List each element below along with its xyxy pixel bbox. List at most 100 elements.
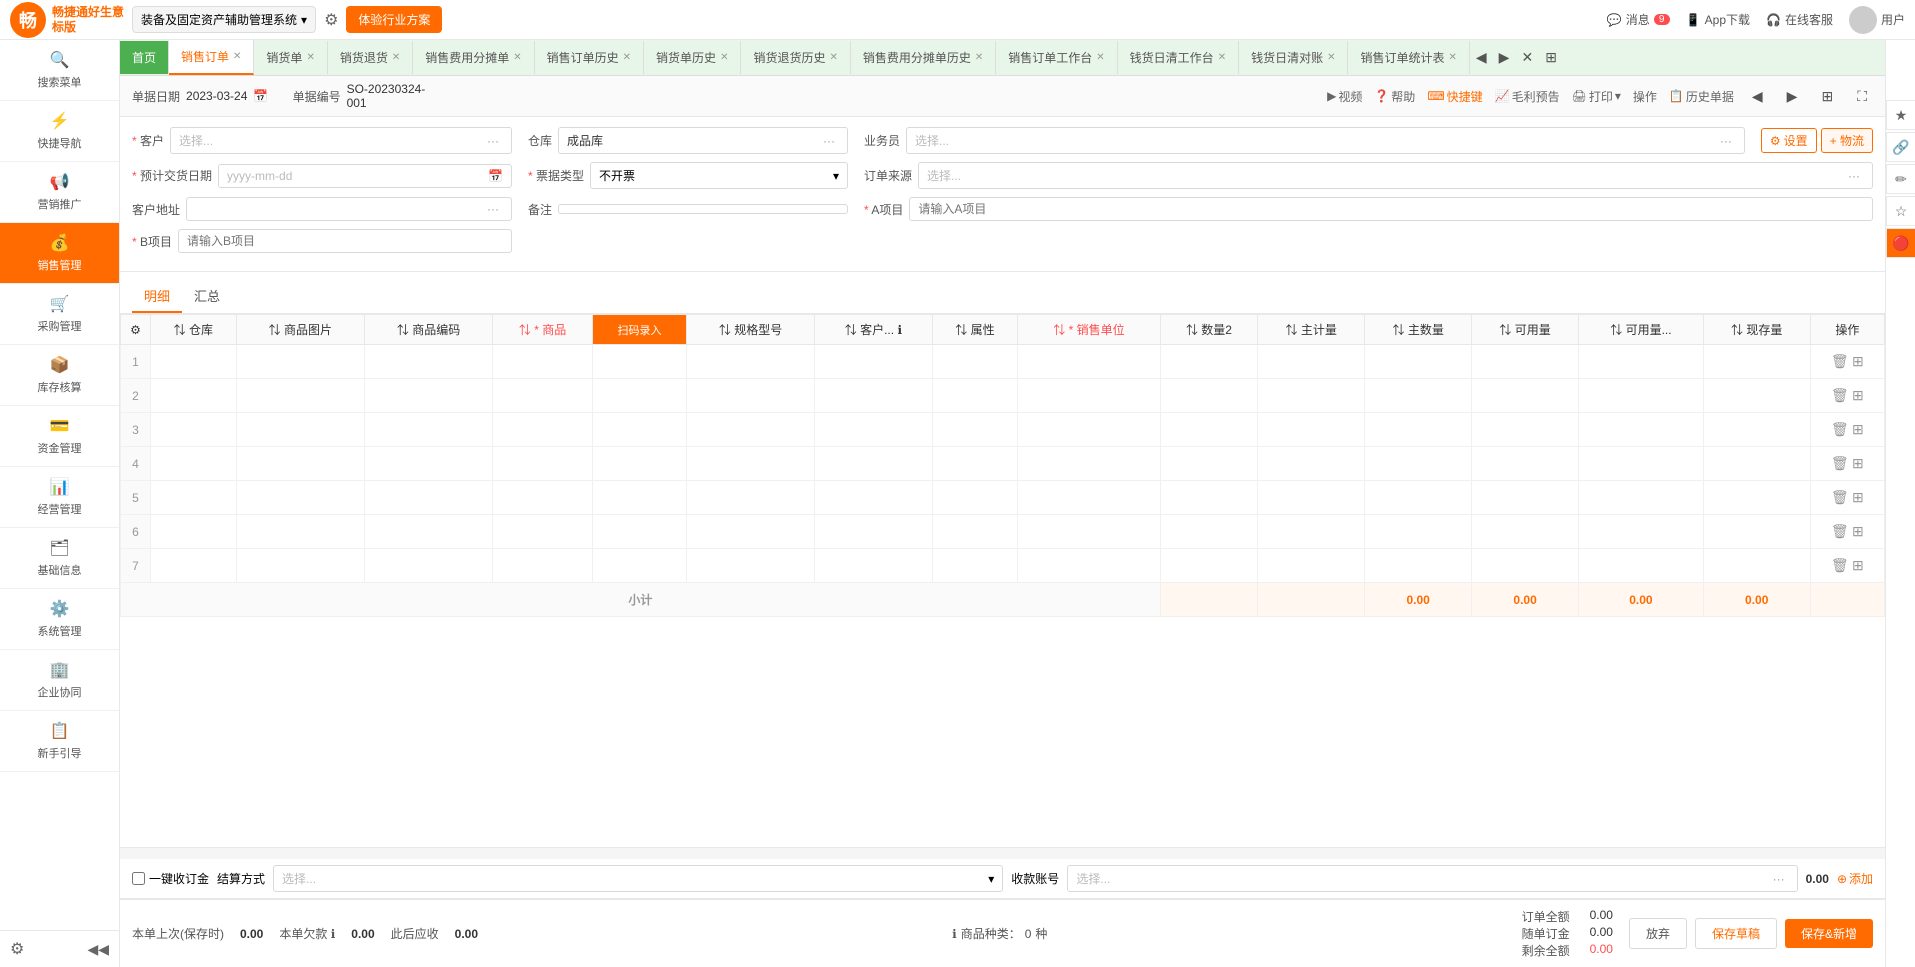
scan-btn[interactable]: 扫码录入 — [593, 316, 686, 344]
save-btn[interactable]: 保存&新增 — [1785, 919, 1873, 948]
row-delete-6[interactable]: 🗑 — [1831, 523, 1849, 540]
customer-more-icon[interactable]: ··· — [483, 134, 503, 148]
form-next-btn[interactable]: ▶ — [1781, 88, 1804, 105]
shortcut-btn[interactable]: ⌨ 快捷键 — [1427, 88, 1482, 105]
warehouse-input[interactable]: 成品库 ··· — [558, 127, 848, 154]
row-copy-5[interactable]: ⊞ — [1852, 489, 1864, 506]
print-btn[interactable]: 🖨 打印 ▾ — [1572, 88, 1621, 105]
message-btn[interactable]: 💬 消息 9 — [1607, 11, 1670, 28]
tab-refund-history[interactable]: 销货退货历史 ✕ — [741, 41, 850, 74]
addr-more-icon[interactable]: ··· — [483, 202, 503, 216]
tab-close-sales-order[interactable]: ✕ — [233, 51, 241, 62]
user-btn[interactable]: 用户 — [1849, 6, 1905, 34]
form-layout-btn[interactable]: ⊞ — [1815, 88, 1839, 105]
col-settings[interactable]: ⚙ — [121, 315, 151, 345]
invoice-select[interactable]: 不开票 ▾ — [590, 162, 848, 189]
rpanel-star-btn[interactable]: ★ — [1886, 100, 1915, 130]
col-settings-icon[interactable]: ⚙ — [130, 323, 141, 337]
sidebar-item-marketing[interactable]: 📢 营销推广 — [0, 162, 119, 223]
tab-close-all-btn[interactable]: ✕ — [1515, 49, 1539, 66]
rpanel-edit-btn[interactable]: ✏ — [1886, 164, 1915, 194]
row-delete-4[interactable]: 🗑 — [1831, 455, 1849, 472]
tab-fee-split[interactable]: 销售费用分摊单 ✕ — [413, 41, 534, 74]
system-selector[interactable]: 装备及固定资产辅助管理系统 ▾ — [132, 6, 316, 33]
sidebar-item-purchase[interactable]: 🛒 采购管理 — [0, 284, 119, 345]
project-b-input[interactable] — [178, 229, 512, 253]
tab-order-workbench[interactable]: 销售订单工作台 ✕ — [996, 41, 1117, 74]
tab-sales-return[interactable]: 销货单 ✕ — [254, 41, 327, 74]
history-btn[interactable]: 📋 历史单据 — [1669, 88, 1734, 105]
operations-btn[interactable]: 操作 — [1633, 88, 1657, 105]
tab-prev-btn[interactable]: ◀ — [1470, 49, 1493, 66]
tab-close-refund-history[interactable]: ✕ — [829, 52, 837, 63]
sidebar-item-enterprise[interactable]: 🏢 企业协同 — [0, 650, 119, 711]
tab-menu-btn[interactable]: ⊞ — [1539, 49, 1563, 66]
sidebar-item-ops[interactable]: 📊 经营管理 — [0, 467, 119, 528]
customer-input[interactable]: 选择... ··· — [170, 127, 512, 154]
tab-return-history[interactable]: 销货单历史 ✕ — [644, 41, 741, 74]
gear-icon[interactable]: ⚙ — [324, 10, 338, 30]
quick-payment-checkbox[interactable] — [132, 872, 145, 885]
row-delete-3[interactable]: 🗑 — [1831, 421, 1849, 438]
tab-close-sales-stats[interactable]: ✕ — [1449, 52, 1457, 63]
tab-summary[interactable]: 汇总 — [182, 280, 232, 313]
sidebar-item-inventory[interactable]: 📦 库存核算 — [0, 345, 119, 406]
form-prev-btn[interactable]: ◀ — [1746, 88, 1769, 105]
tab-close-cash-workbench[interactable]: ✕ — [1218, 52, 1226, 63]
row-copy-7[interactable]: ⊞ — [1852, 557, 1864, 574]
tab-refund[interactable]: 销货退货 ✕ — [328, 41, 413, 74]
account-select[interactable]: 选择... ··· — [1067, 865, 1797, 892]
project-a-input[interactable] — [909, 197, 1873, 221]
sidebar-item-finance[interactable]: 💳 资金管理 — [0, 406, 119, 467]
row-copy-2[interactable]: ⊞ — [1852, 387, 1864, 404]
order-source-input[interactable]: 选择... ··· — [918, 162, 1873, 189]
calendar-icon[interactable]: 📅 — [253, 89, 268, 103]
remark-input[interactable] — [558, 204, 848, 214]
profit-btn[interactable]: 📈 毛利预告 — [1495, 88, 1560, 105]
order-source-more-icon[interactable]: ··· — [1844, 169, 1864, 183]
add-product-btn[interactable]: + 物流 — [1821, 128, 1873, 153]
settings-form-btn[interactable]: ⚙ 设置 — [1761, 128, 1817, 153]
online-support-btn[interactable]: 🎧 在线客服 — [1766, 11, 1833, 28]
discard-btn[interactable]: 放弃 — [1629, 918, 1687, 949]
sidebar-item-base-info[interactable]: 🗂 基础信息 — [0, 528, 119, 589]
row-delete-7[interactable]: 🗑 — [1831, 557, 1849, 574]
rpanel-alert-btn[interactable]: 🔴 — [1886, 228, 1915, 258]
sidebar-item-search-menu[interactable]: 🔍 搜索菜单 — [0, 40, 119, 101]
row-delete-2[interactable]: 🗑 — [1831, 387, 1849, 404]
row-copy-1[interactable]: ⊞ — [1852, 353, 1864, 370]
staff-input[interactable]: 选择... ··· — [906, 127, 1745, 154]
addr-input[interactable]: ··· — [186, 197, 512, 221]
sidebar-item-sys[interactable]: ⚙️ 系统管理 — [0, 589, 119, 650]
delivery-date-input[interactable]: yyyy-mm-dd 📅 — [218, 164, 512, 188]
add-payment-btn[interactable]: ⊕ 添加 — [1837, 870, 1873, 887]
tab-cash-workbench[interactable]: 钱货日清工作台 ✕ — [1118, 41, 1239, 74]
row-copy-6[interactable]: ⊞ — [1852, 523, 1864, 540]
tab-close-sales-return[interactable]: ✕ — [306, 52, 314, 63]
account-more-icon[interactable]: ··· — [1769, 872, 1789, 886]
rpanel-link-btn[interactable]: 🔗 — [1886, 132, 1915, 162]
help-btn[interactable]: ❓ 帮助 — [1374, 88, 1415, 105]
quick-payment-label[interactable]: 一键收订金 — [132, 870, 209, 887]
tab-order-history[interactable]: 销售订单历史 ✕ — [535, 41, 644, 74]
app-download-btn[interactable]: 📱 App下载 — [1686, 11, 1750, 28]
tab-fee-history[interactable]: 销售费用分摊单历史 ✕ — [851, 41, 996, 74]
payment-method-select[interactable]: 选择... ▾ — [273, 865, 1003, 892]
row-delete-1[interactable]: 🗑 — [1831, 353, 1849, 370]
row-copy-4[interactable]: ⊞ — [1852, 455, 1864, 472]
tab-close-cash-reconcile[interactable]: ✕ — [1327, 52, 1335, 63]
draft-btn[interactable]: 保存草稿 — [1695, 918, 1777, 949]
sidebar-item-quick-nav[interactable]: ⚡ 快捷导航 — [0, 101, 119, 162]
tab-cash-reconcile[interactable]: 钱货日清对账 ✕ — [1239, 41, 1348, 74]
tab-close-fee-history[interactable]: ✕ — [975, 52, 983, 63]
sidebar-collapse-icon[interactable]: ◀◀ — [87, 941, 109, 958]
staff-more-icon[interactable]: ··· — [1716, 134, 1736, 148]
row-delete-5[interactable]: 🗑 — [1831, 489, 1849, 506]
tab-close-refund[interactable]: ✕ — [392, 52, 400, 63]
warehouse-more-icon[interactable]: ··· — [819, 134, 839, 148]
tab-next-btn[interactable]: ▶ — [1493, 49, 1516, 66]
industry-btn[interactable]: 体验行业方案 — [346, 6, 442, 33]
sidebar-settings-icon[interactable]: ⚙ — [10, 939, 24, 959]
sidebar-item-guide[interactable]: 📋 新手引导 — [0, 711, 119, 772]
tab-close-return-history[interactable]: ✕ — [720, 52, 728, 63]
